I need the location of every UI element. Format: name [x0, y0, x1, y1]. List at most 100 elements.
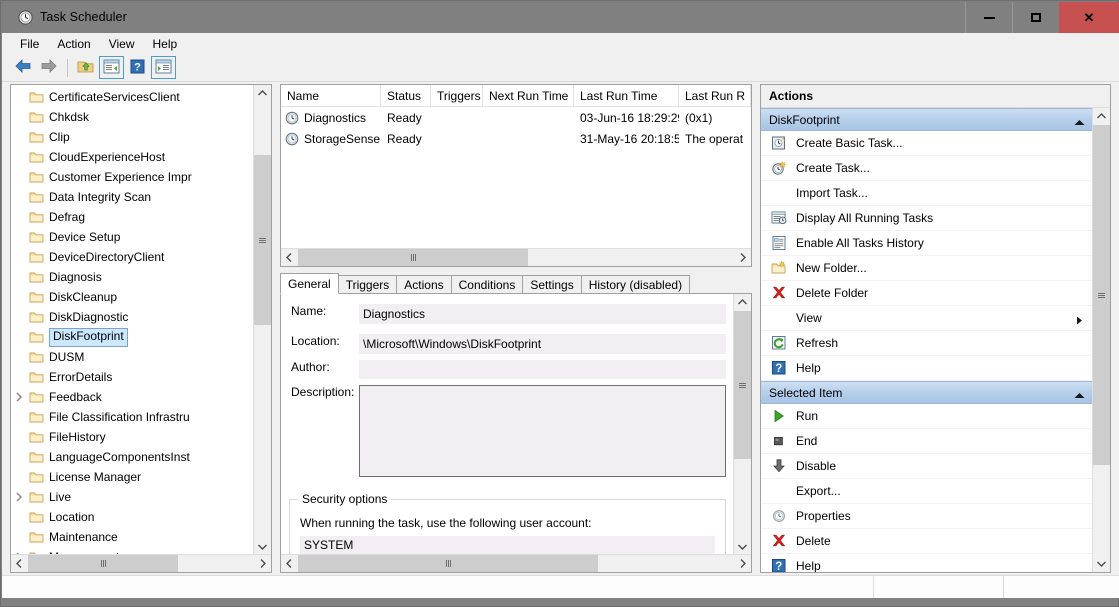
chevron-up-icon[interactable]	[1074, 116, 1085, 130]
action-import-task[interactable]: Import Task...	[761, 181, 1093, 206]
detail-scroll-down-button[interactable]	[734, 538, 751, 555]
tree-node[interactable]: LanguageComponentsInst	[11, 447, 256, 467]
show-hide-console-tree-button[interactable]	[99, 56, 124, 79]
tree-node[interactable]: FileHistory	[11, 427, 256, 447]
maximize-button[interactable]	[1012, 2, 1059, 33]
back-button[interactable]	[10, 56, 35, 79]
action-run[interactable]: Run	[761, 404, 1093, 429]
detail-scroll-right-button[interactable]	[734, 555, 751, 572]
tree-node[interactable]: CloudExperienceHost	[11, 147, 256, 167]
action-enable-all-tasks-history[interactable]: Enable All Tasks History	[761, 231, 1093, 256]
detail-vertical-scrollbar[interactable]	[733, 294, 751, 555]
tree-node[interactable]: Defrag	[11, 207, 256, 227]
tab-history-disabled[interactable]: History (disabled)	[580, 275, 691, 294]
tab-conditions[interactable]: Conditions	[450, 275, 524, 294]
menu-action[interactable]: Action	[48, 35, 99, 53]
tree-node[interactable]: ErrorDetails	[11, 367, 256, 387]
tree-node[interactable]: Clip	[11, 127, 256, 147]
chevron-right-icon[interactable]	[11, 387, 27, 407]
action-help[interactable]: ? Help	[761, 356, 1093, 381]
tree-node[interactable]: Device Setup	[11, 227, 256, 247]
detail-hscroll-thumb[interactable]	[298, 555, 598, 572]
column-header-last-run-time[interactable]: Last Run Time	[574, 85, 679, 106]
actions-section-selected-item[interactable]: Selected Item	[761, 381, 1093, 404]
tree-scroll-up-button[interactable]	[254, 85, 271, 102]
tree-node[interactable]: DiskCleanup	[11, 287, 256, 307]
tasklist-scroll-right-button[interactable]	[734, 249, 751, 266]
tree-scroll-right-button[interactable]	[254, 555, 271, 572]
tree-node[interactable]: Feedback	[11, 387, 256, 407]
column-header-next-run-time[interactable]: Next Run Time	[483, 85, 574, 106]
action-end[interactable]: End	[761, 429, 1093, 454]
column-header-triggers[interactable]: Triggers	[431, 85, 483, 106]
tree-node[interactable]: License Manager	[11, 467, 256, 487]
description-textarea[interactable]	[359, 385, 726, 477]
tab-actions[interactable]: Actions	[396, 275, 452, 294]
author-value[interactable]	[359, 360, 726, 379]
menu-file[interactable]: File	[11, 35, 48, 53]
tree-node[interactable]: DiskDiagnostic	[11, 307, 256, 327]
forward-button[interactable]	[36, 56, 61, 79]
tree-node[interactable]: DUSM	[11, 347, 256, 367]
tree-hscroll-thumb[interactable]	[28, 555, 178, 572]
action-delete[interactable]: Delete	[761, 529, 1093, 554]
actions-scroll-down-button[interactable]	[1093, 555, 1110, 572]
tasklist-scroll-left-button[interactable]	[281, 249, 298, 266]
action-view[interactable]: View	[761, 306, 1093, 331]
tree-node[interactable]: DeviceDirectoryClient	[11, 247, 256, 267]
tree-node[interactable]: DiskFootprint	[11, 327, 256, 347]
actions-vertical-scrollbar[interactable]	[1092, 108, 1110, 572]
up-folder-button[interactable]	[73, 56, 98, 79]
detail-scroll-up-button[interactable]	[734, 294, 751, 311]
security-account-value[interactable]: SYSTEM	[300, 536, 715, 554]
minimize-button[interactable]	[965, 2, 1012, 33]
actions-scroll-thumb[interactable]	[1093, 125, 1110, 465]
menu-view[interactable]: View	[100, 35, 144, 53]
chevron-up-icon[interactable]	[1074, 389, 1085, 403]
menu-help[interactable]: Help	[144, 35, 187, 53]
tree-node[interactable]: Diagnosis	[11, 267, 256, 287]
column-header-name[interactable]: Name	[281, 85, 381, 106]
action-new-folder[interactable]: New Folder...	[761, 256, 1093, 281]
location-value[interactable]: \Microsoft\Windows\DiskFootprint	[359, 334, 726, 354]
action-delete-folder[interactable]: Delete Folder	[761, 281, 1093, 306]
tree-horizontal-scrollbar[interactable]	[11, 554, 271, 572]
task-list-row[interactable]: StorageSense Ready 31-May-16 20:18:55 The o…	[281, 128, 751, 149]
tree-node[interactable]: Customer Experience Impr	[11, 167, 256, 187]
detail-scroll-thumb[interactable]	[734, 311, 751, 459]
task-list-row[interactable]: Diagnostics Ready 03-Jun-16 18:29:29 (0x1)	[281, 107, 751, 128]
action-create-task[interactable]: Create Task...	[761, 156, 1093, 181]
tree-node[interactable]: File Classification Infrastru	[11, 407, 256, 427]
action-properties[interactable]: Properties	[761, 504, 1093, 529]
name-value[interactable]: Diagnostics	[359, 304, 726, 324]
tree-vertical-scrollbar[interactable]	[253, 85, 271, 555]
action-disable[interactable]: Disable	[761, 454, 1093, 479]
tasklist-hscroll-thumb[interactable]	[298, 249, 528, 266]
action-help-selected[interactable]: ? Help	[761, 554, 1093, 572]
tab-settings[interactable]: Settings	[522, 275, 582, 294]
tree-node[interactable]: Live	[11, 487, 256, 507]
action-create-basic-task[interactable]: Create Basic Task...	[761, 131, 1093, 156]
tree-node[interactable]: Maintenance	[11, 527, 256, 547]
action-display-all-running-tasks[interactable]: Display All Running Tasks	[761, 206, 1093, 231]
tab-general[interactable]: General	[280, 273, 339, 294]
action-export[interactable]: Export...	[761, 479, 1093, 504]
column-header-status[interactable]: Status	[381, 85, 431, 106]
detail-horizontal-scrollbar[interactable]	[281, 554, 751, 572]
tree-scroll-left-button[interactable]	[11, 555, 28, 572]
show-hide-action-pane-button[interactable]	[151, 56, 176, 79]
tree-node[interactable]: Data Integrity Scan	[11, 187, 256, 207]
tree-node[interactable]: Chkdsk	[11, 107, 256, 127]
tree-scroll-down-button[interactable]	[254, 538, 271, 555]
detail-scroll-left-button[interactable]	[281, 555, 298, 572]
actions-section-diskfootprint[interactable]: DiskFootprint	[761, 108, 1093, 131]
tree-node[interactable]: Location	[11, 507, 256, 527]
tree-node[interactable]: CertificateServicesClient	[11, 87, 256, 107]
action-refresh[interactable]: Refresh	[761, 331, 1093, 356]
tree-scroll-thumb[interactable]	[254, 155, 271, 325]
help-button[interactable]: ?	[125, 56, 150, 79]
chevron-right-icon[interactable]	[11, 487, 27, 507]
close-button[interactable]: ✕	[1059, 2, 1119, 33]
column-header-last-run-r[interactable]: Last Run R	[679, 85, 751, 106]
tab-triggers[interactable]: Triggers	[337, 275, 398, 294]
